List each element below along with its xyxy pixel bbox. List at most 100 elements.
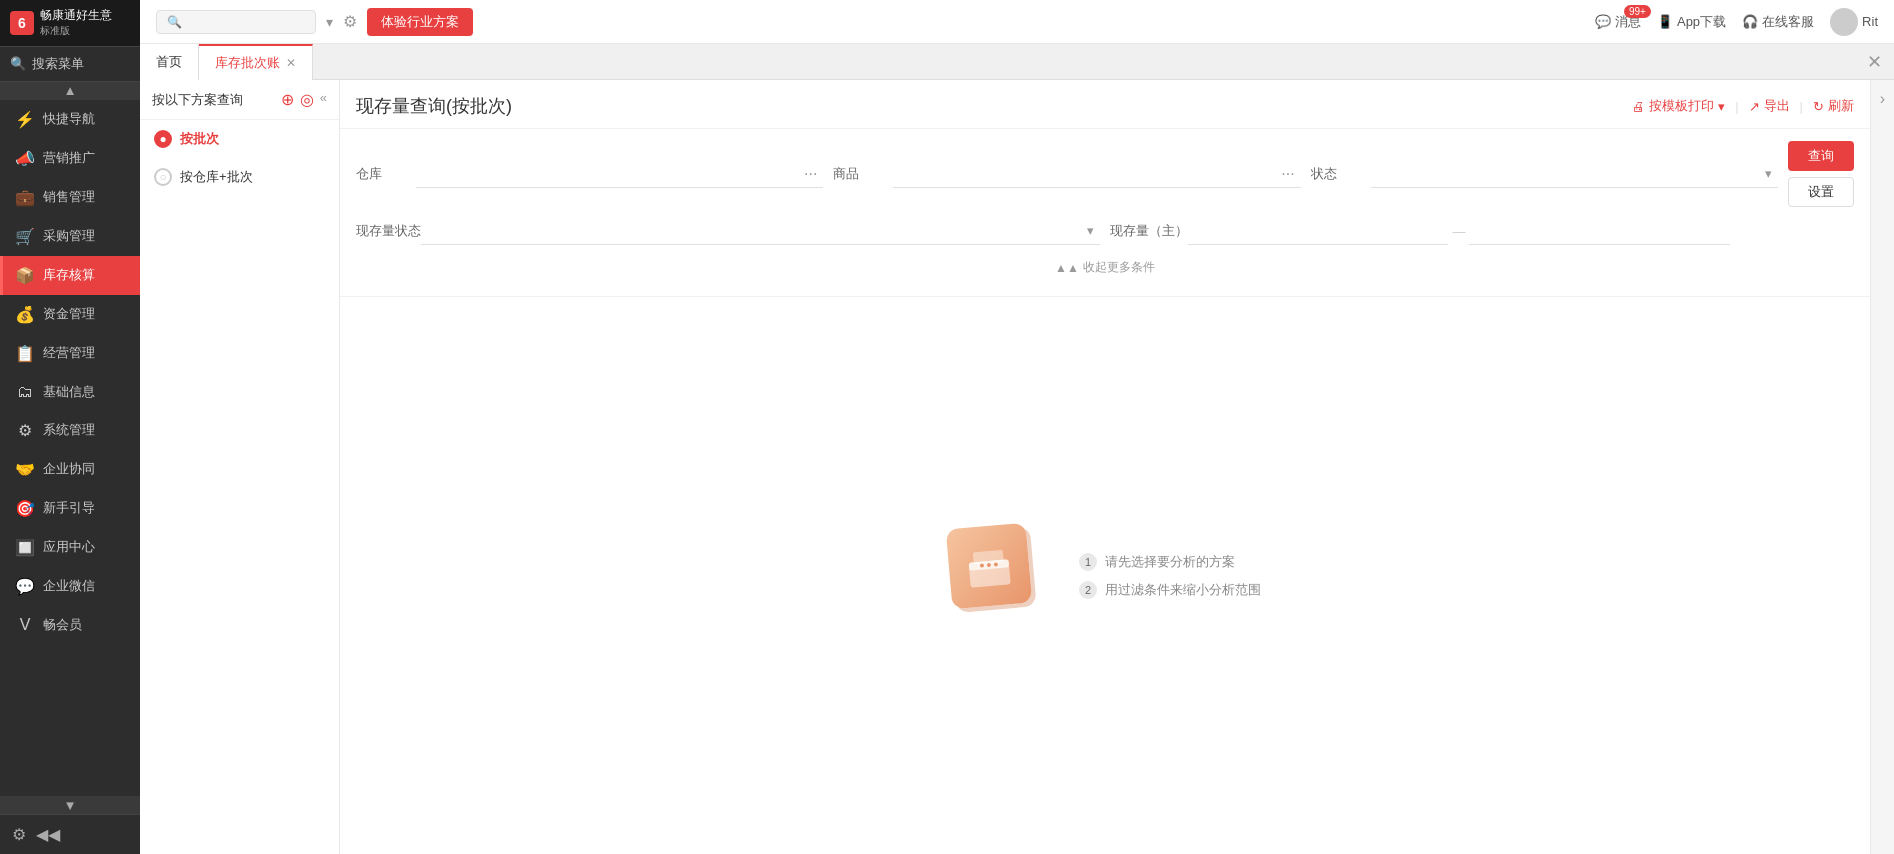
nav-label-finance: 资金管理: [43, 305, 95, 323]
stock-status-select[interactable]: ▾: [421, 217, 1100, 245]
stock-qty-to-input[interactable]: [1469, 217, 1729, 245]
enterprise-icon: 🤝: [15, 460, 35, 479]
refresh-button[interactable]: ↻ 刷新: [1813, 97, 1854, 115]
collapse-sidebar-icon[interactable]: ◀◀: [36, 825, 60, 844]
trial-button[interactable]: 体验行业方案: [367, 8, 473, 36]
chevron-down-icon[interactable]: ▾: [326, 14, 333, 30]
nav-label-inventory: 库存核算: [43, 266, 95, 284]
plan-warehouse-batch-label: 按仓库+批次: [180, 168, 253, 186]
filter-buttons: 查询 设置: [1788, 141, 1854, 207]
sidebar-item-system[interactable]: ⚙ 系统管理: [0, 411, 140, 450]
filter-row-1: 仓库 ··· 商品 ··· 状态: [356, 141, 1854, 207]
right-panel: 现存量查询(按批次) 🖨 按模板打印 ▾ | ↗ 导出 | ↻: [340, 80, 1870, 854]
nav-label-appstore: 应用中心: [43, 538, 95, 556]
tab-home-label: 首页: [156, 53, 182, 71]
export-button[interactable]: ↗ 导出: [1749, 97, 1790, 115]
export-icon: ↗: [1749, 99, 1760, 114]
page-actions: 🖨 按模板打印 ▾ | ↗ 导出 | ↻ 刷新: [1632, 97, 1854, 115]
warehouse-input-dots: ···: [804, 165, 817, 183]
sidebar-item-shortcut[interactable]: ⚡ 快捷导航: [0, 100, 140, 139]
plan-item-batch[interactable]: ● 按批次: [140, 120, 339, 158]
purchase-icon: 🛒: [15, 227, 35, 246]
divider-1: |: [1735, 99, 1738, 114]
shortcut-icon: ⚡: [15, 110, 35, 129]
close-all-tabs-icon[interactable]: ✕: [1867, 51, 1882, 73]
tip-num-1: 1: [1079, 553, 1097, 571]
tab-inventory-batch[interactable]: 库存批次账 ✕: [199, 44, 313, 80]
topbar-app-download[interactable]: 📱 App下载: [1657, 13, 1726, 31]
goods-input[interactable]: ···: [893, 160, 1300, 188]
sidebar-item-finance[interactable]: 💰 资金管理: [0, 295, 140, 334]
plan-item-warehouse-batch[interactable]: ○ 按仓库+批次: [140, 158, 339, 196]
empty-icon-box: [946, 522, 1033, 609]
stock-status-label: 现存量状态: [356, 222, 421, 240]
print-dropdown-icon[interactable]: ▾: [1718, 99, 1725, 114]
topbar: 🔍 ▾ ⚙ 体验行业方案 💬 消息 99+ 📱 App下载 🎧 在线客服 Rit: [140, 0, 1894, 44]
collapse-plan-icon[interactable]: «: [320, 90, 327, 109]
sidebar-item-enterprise[interactable]: 🤝 企业协同: [0, 450, 140, 489]
nav-label-sales: 销售管理: [43, 188, 95, 206]
query-button[interactable]: 查询: [1788, 141, 1854, 171]
nav-label-enterprise: 企业协同: [43, 460, 95, 478]
phone-icon: 📱: [1657, 14, 1673, 29]
sidebar-item-marketing[interactable]: 📣 营销推广: [0, 139, 140, 178]
warehouse-input[interactable]: ···: [416, 160, 823, 188]
sidebar-item-sales[interactable]: 💼 销售管理: [0, 178, 140, 217]
sidebar-item-newbie[interactable]: 🎯 新手引导: [0, 489, 140, 528]
sidebar-item-operations[interactable]: 📋 经营管理: [0, 334, 140, 373]
sidebar-scroll-up[interactable]: ▲: [0, 82, 140, 100]
stock-qty-field: 现存量（主） —: [1110, 217, 1854, 245]
tab-close-icon[interactable]: ✕: [286, 56, 296, 70]
nav-label-system: 系统管理: [43, 421, 95, 439]
status-label: 状态: [1311, 165, 1371, 183]
topbar-online-service[interactable]: 🎧 在线客服: [1742, 13, 1814, 31]
plan-batch-label: 按批次: [180, 130, 219, 148]
app-download-label: App下载: [1677, 13, 1726, 31]
sidebar-scroll-down[interactable]: ▼: [0, 796, 140, 814]
collapse-button[interactable]: ▲▲ 收起更多条件: [356, 255, 1854, 280]
tab-home[interactable]: 首页: [140, 44, 199, 80]
basic-icon: 🗂: [15, 383, 35, 401]
goods-input-dots: ···: [1281, 165, 1294, 183]
topbar-user[interactable]: Rit: [1830, 8, 1878, 36]
sidebar-search[interactable]: 🔍 搜索菜单: [0, 47, 140, 82]
panel-close-icon[interactable]: ›: [1880, 90, 1885, 108]
print-button[interactable]: 🖨 按模板打印 ▾: [1632, 97, 1725, 115]
stock-status-field: 现存量状态 ▾: [356, 217, 1100, 245]
page-title: 现存量查询(按批次): [356, 94, 512, 118]
topbar-message[interactable]: 💬 消息 99+: [1595, 13, 1641, 31]
app-edition: 标准版: [40, 24, 112, 38]
sales-icon: 💼: [15, 188, 35, 207]
filter-area: 仓库 ··· 商品 ··· 状态: [340, 129, 1870, 297]
sidebar-item-purchase[interactable]: 🛒 采购管理: [0, 217, 140, 256]
plan-actions: ⊕ ◎ «: [281, 90, 327, 109]
system-icon: ⚙: [15, 421, 35, 440]
finance-icon: 💰: [15, 305, 35, 324]
warehouse-field: 仓库 ···: [356, 160, 823, 188]
settings-plan-icon[interactable]: ◎: [300, 90, 314, 109]
sidebar-item-appstore[interactable]: 🔲 应用中心: [0, 528, 140, 567]
status-field: 状态 ▾: [1311, 160, 1778, 188]
nav-label-wechat: 企业微信: [43, 577, 95, 595]
status-select[interactable]: ▾: [1371, 160, 1778, 188]
empty-tip-1: 1 请先选择要分析的方案: [1079, 553, 1261, 571]
tab-inventory-batch-label: 库存批次账: [215, 54, 280, 72]
topbar-search[interactable]: 🔍: [156, 10, 316, 34]
tip-text-1: 请先选择要分析的方案: [1105, 553, 1235, 571]
stock-qty-from-input[interactable]: [1188, 217, 1448, 245]
sidebar-search-label: 搜索菜单: [32, 55, 84, 73]
tabbar: 首页 库存批次账 ✕ ✕: [140, 44, 1894, 80]
sidebar-item-wechat[interactable]: 💬 企业微信: [0, 567, 140, 606]
settings-button[interactable]: 设置: [1788, 177, 1854, 207]
tip-num-2: 2: [1079, 581, 1097, 599]
headset-icon: 🎧: [1742, 14, 1758, 29]
settings-icon[interactable]: ⚙: [12, 825, 26, 844]
topbar-gear-icon[interactable]: ⚙: [343, 12, 357, 31]
tab-close-all-section: ✕: [1867, 51, 1894, 73]
sidebar-item-basic[interactable]: 🗂 基础信息: [0, 373, 140, 411]
marketing-icon: 📣: [15, 149, 35, 168]
add-plan-icon[interactable]: ⊕: [281, 90, 294, 109]
sidebar-item-inventory[interactable]: 📦 库存核算: [0, 256, 140, 295]
right-close-panel: ›: [1870, 80, 1894, 854]
sidebar-item-vip[interactable]: V 畅会员: [0, 606, 140, 644]
